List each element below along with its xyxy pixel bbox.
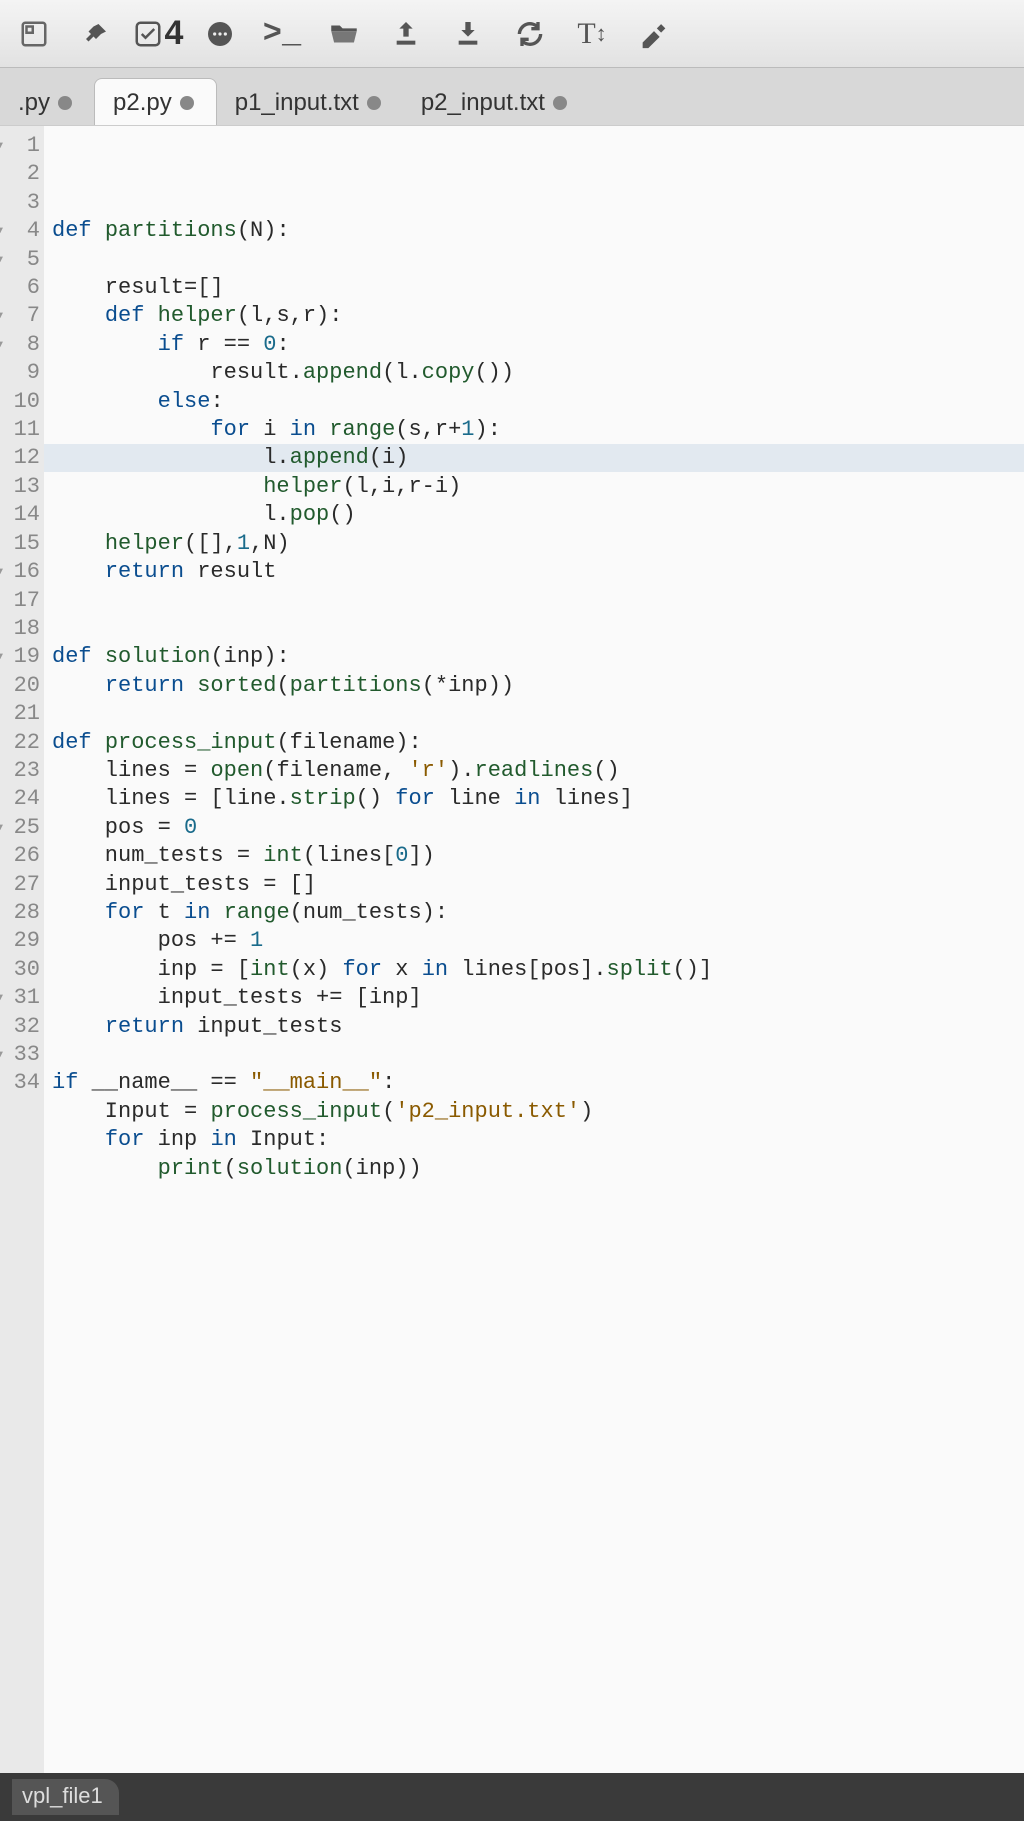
code-line[interactable] (52, 587, 1024, 615)
code-line[interactable]: lines = [line.strip() for line in lines] (52, 785, 1024, 813)
close-icon[interactable] (367, 96, 381, 110)
line-number: 2 (0, 160, 44, 188)
code-line[interactable]: return input_tests (52, 1013, 1024, 1041)
tab-label: p2_input.txt (421, 89, 545, 117)
code-line[interactable]: for t in range(num_tests): (52, 899, 1024, 927)
line-number: 15 (0, 530, 44, 558)
code-line[interactable]: for inp in Input: (52, 1126, 1024, 1154)
line-number: 8 (0, 331, 44, 359)
code-line[interactable]: pos = 0 (52, 814, 1024, 842)
code-line[interactable]: else: (52, 388, 1024, 416)
line-number: 14 (0, 501, 44, 529)
line-number: 25 (0, 814, 44, 842)
highlighter-icon[interactable] (628, 8, 680, 60)
code-line[interactable]: def partitions(N): (52, 217, 1024, 245)
line-number: 33 (0, 1041, 44, 1069)
line-number: 34 (0, 1069, 44, 1097)
code-line[interactable]: pos += 1 (52, 927, 1024, 955)
code-line[interactable]: if r == 0: (52, 331, 1024, 359)
code-area[interactable]: def partitions(N): result=[] def helper(… (44, 126, 1024, 1773)
line-number: 31 (0, 984, 44, 1012)
line-number: 6 (0, 274, 44, 302)
line-number: 22 (0, 729, 44, 757)
tab-p2-py[interactable]: p2.py (94, 78, 217, 125)
line-number: 30 (0, 956, 44, 984)
code-line[interactable]: for i in range(s,r+1): (52, 416, 1024, 444)
tab-label: p2.py (113, 89, 172, 117)
tab-p2-input[interactable]: p2_input.txt (403, 79, 589, 125)
tab-p1-input[interactable]: p1_input.txt (217, 79, 403, 125)
line-number: 13 (0, 473, 44, 501)
line-number: 12 (0, 444, 44, 472)
upload-icon[interactable] (380, 8, 432, 60)
folder-open-icon[interactable] (318, 8, 370, 60)
terminal-icon[interactable]: >_ (256, 8, 308, 60)
line-number: 5 (0, 246, 44, 274)
line-number: 28 (0, 899, 44, 927)
line-number: 3 (0, 189, 44, 217)
code-line[interactable]: input_tests = [] (52, 871, 1024, 899)
line-number: 29 (0, 927, 44, 955)
line-number: 7 (0, 302, 44, 330)
code-line[interactable]: result.append(l.copy()) (52, 359, 1024, 387)
code-editor[interactable]: 1234567891011121314151617181920212223242… (0, 126, 1024, 1773)
line-gutter: 1234567891011121314151617181920212223242… (0, 126, 44, 1773)
code-line[interactable]: Input = process_input('p2_input.txt') (52, 1098, 1024, 1126)
code-line[interactable]: def solution(inp): (52, 643, 1024, 671)
line-number: 21 (0, 700, 44, 728)
line-number: 26 (0, 842, 44, 870)
code-line[interactable]: def process_input(filename): (52, 729, 1024, 757)
tab-py[interactable]: .py (0, 79, 94, 125)
tab-label: p1_input.txt (235, 89, 359, 117)
line-number: 19 (0, 643, 44, 671)
code-line[interactable] (52, 246, 1024, 274)
refresh-icon[interactable] (504, 8, 556, 60)
code-line[interactable]: return sorted(partitions(*inp)) (52, 672, 1024, 700)
code-line[interactable]: def helper(l,s,r): (52, 302, 1024, 330)
toolbar: 4 >_ T↕ (0, 0, 1024, 68)
check-count-button[interactable]: 4 (132, 8, 184, 60)
close-icon[interactable] (180, 96, 194, 110)
code-line[interactable]: input_tests += [inp] (52, 984, 1024, 1012)
line-number: 23 (0, 757, 44, 785)
close-icon[interactable] (553, 96, 567, 110)
code-line[interactable]: l.append(i) (52, 444, 1024, 472)
status-filename[interactable]: vpl_file1 (12, 1779, 119, 1815)
code-line[interactable]: return result (52, 558, 1024, 586)
code-line[interactable]: num_tests = int(lines[0]) (52, 842, 1024, 870)
code-line[interactable]: l.pop() (52, 501, 1024, 529)
dock-panel-icon[interactable] (8, 8, 60, 60)
line-number: 1 (0, 132, 44, 160)
line-number: 11 (0, 416, 44, 444)
line-number: 24 (0, 785, 44, 813)
code-line[interactable] (52, 700, 1024, 728)
code-line[interactable]: inp = [int(x) for x in lines[pos].split(… (52, 956, 1024, 984)
line-number: 10 (0, 388, 44, 416)
line-number: 20 (0, 672, 44, 700)
line-number: 18 (0, 615, 44, 643)
code-line[interactable]: lines = open(filename, 'r').readlines() (52, 757, 1024, 785)
download-icon[interactable] (442, 8, 494, 60)
code-line[interactable]: result=[] (52, 274, 1024, 302)
line-number: 27 (0, 871, 44, 899)
line-number: 17 (0, 587, 44, 615)
code-line[interactable]: print(solution(inp)) (52, 1155, 1024, 1183)
text-height-icon[interactable]: T↕ (566, 8, 618, 60)
close-icon[interactable] (58, 96, 72, 110)
code-line[interactable]: if __name__ == "__main__": (52, 1069, 1024, 1097)
line-number: 32 (0, 1013, 44, 1041)
tab-bar: .py p2.py p1_input.txt p2_input.txt (0, 68, 1024, 126)
tab-label: .py (18, 89, 50, 117)
pin-icon[interactable] (70, 8, 122, 60)
status-bar: vpl_file1 (0, 1773, 1024, 1821)
code-line[interactable]: helper([],1,N) (52, 530, 1024, 558)
code-line[interactable] (52, 1041, 1024, 1069)
chat-icon[interactable] (194, 8, 246, 60)
code-line[interactable] (52, 615, 1024, 643)
check-count-value: 4 (165, 14, 184, 53)
line-number: 4 (0, 217, 44, 245)
code-line[interactable]: helper(l,i,r-i) (52, 473, 1024, 501)
line-number: 9 (0, 359, 44, 387)
line-number: 16 (0, 558, 44, 586)
